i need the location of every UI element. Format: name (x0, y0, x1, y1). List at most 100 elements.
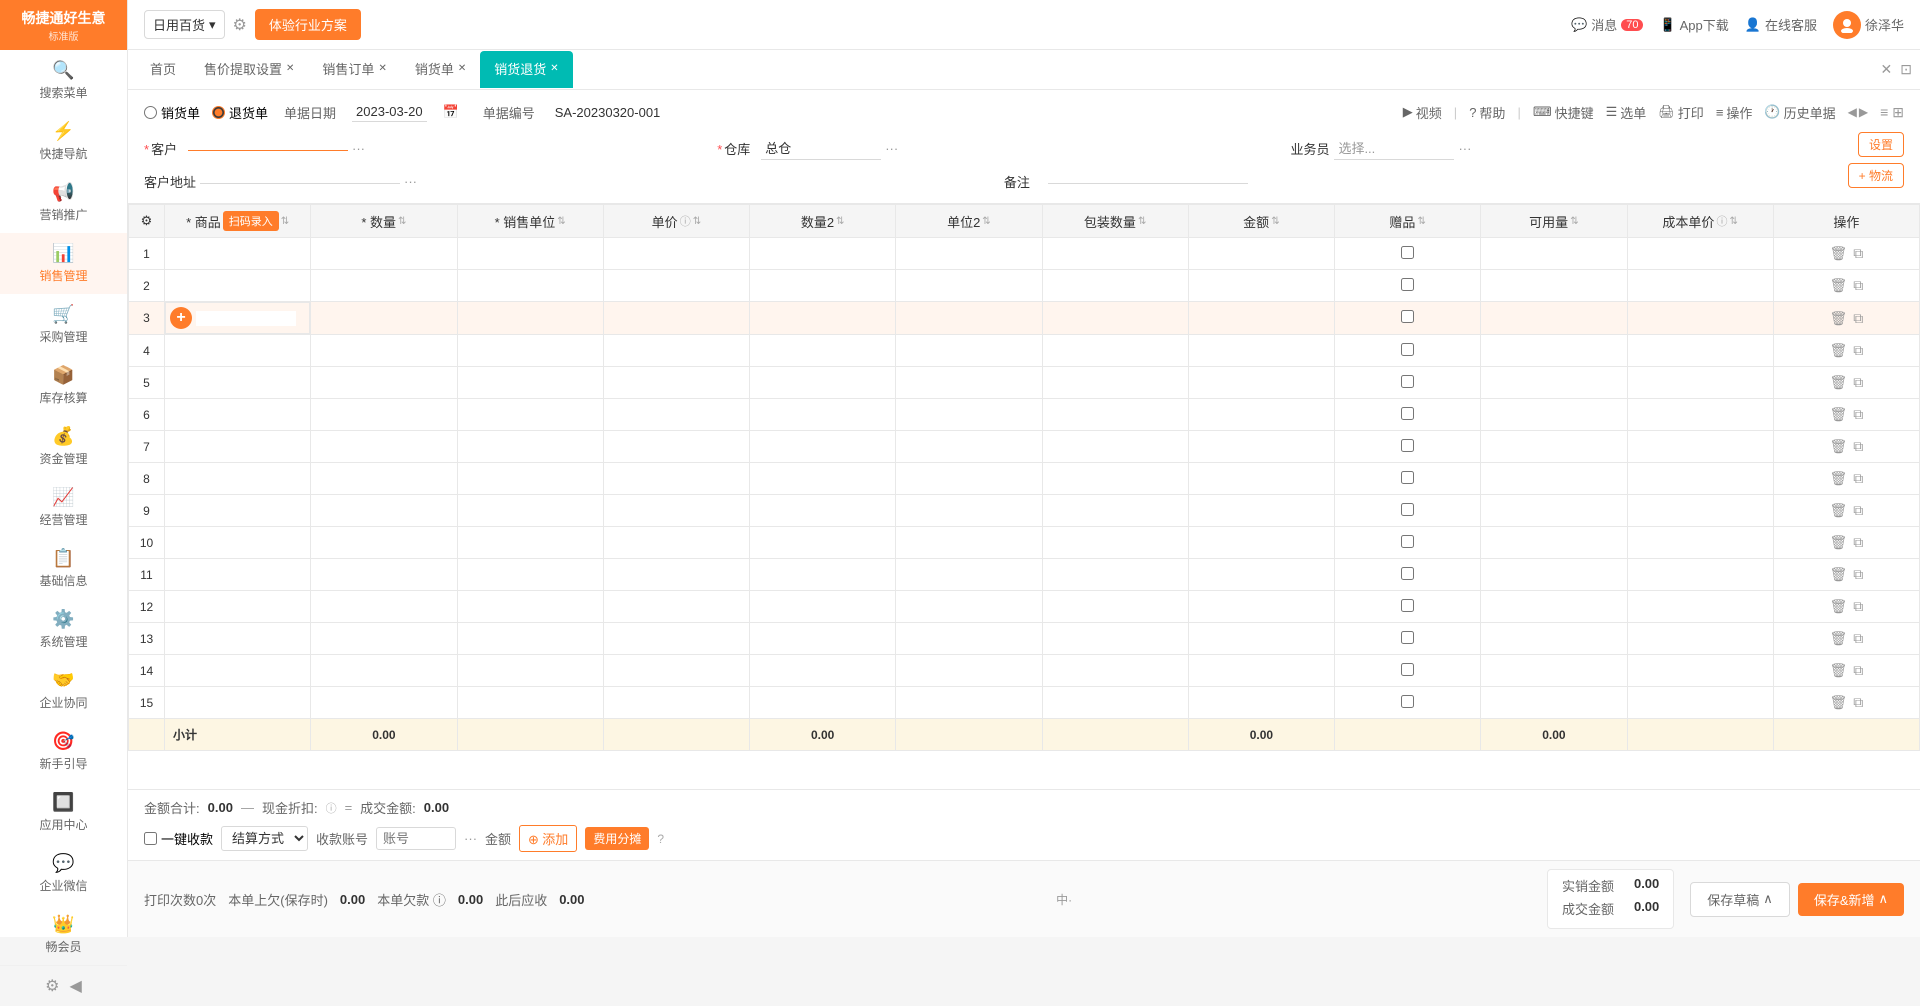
gift-cell[interactable] (1335, 238, 1481, 270)
copy-icon[interactable]: ⧉ (1853, 470, 1863, 487)
product-cell[interactable] (165, 335, 311, 367)
avail-cell[interactable] (1481, 623, 1627, 655)
unit2-cell[interactable] (896, 367, 1042, 399)
unit-cell[interactable] (457, 399, 603, 431)
toolbar-shortcut[interactable]: ⌨ 快捷键 (1533, 103, 1594, 122)
avail-cell[interactable] (1481, 302, 1627, 335)
qty2-cell[interactable] (750, 591, 896, 623)
copy-icon[interactable]: ⧉ (1853, 534, 1863, 551)
avail-cell[interactable] (1481, 687, 1627, 719)
gift-cell[interactable] (1335, 559, 1481, 591)
cost-sort-icon[interactable]: ⇅ (1729, 216, 1737, 227)
qty2-cell[interactable] (750, 687, 896, 719)
qty2-sort-icon[interactable]: ⇅ (836, 216, 844, 227)
cost-cell[interactable] (1627, 302, 1773, 335)
avail-cell[interactable] (1481, 655, 1627, 687)
gift-cell[interactable] (1335, 655, 1481, 687)
pkgqty-cell[interactable] (1042, 559, 1188, 591)
copy-icon[interactable]: ⧉ (1853, 310, 1863, 327)
customer-dots[interactable]: ··· (352, 141, 365, 156)
unit2-sort-icon[interactable]: ⇅ (982, 216, 990, 227)
delete-icon[interactable]: 🗑 (1829, 566, 1847, 583)
copy-icon[interactable]: ⧉ (1853, 662, 1863, 679)
unit2-cell[interactable] (896, 270, 1042, 302)
list-view-icon[interactable]: ≡ (1880, 104, 1888, 121)
qty-cell[interactable] (311, 399, 457, 431)
tab-sales-return[interactable]: 销货退货 ✕ (480, 51, 572, 88)
price-cell[interactable] (603, 335, 749, 367)
unit2-cell[interactable] (896, 591, 1042, 623)
unit2-cell[interactable] (896, 302, 1042, 335)
avail-sort-icon[interactable]: ⇅ (1570, 216, 1578, 227)
tab-close-icon[interactable]: ✕ (286, 63, 294, 74)
qty2-cell[interactable] (750, 527, 896, 559)
grid-view-icon[interactable]: ⊞ (1892, 104, 1904, 121)
pkgqty-cell[interactable] (1042, 335, 1188, 367)
product-cell[interactable] (165, 367, 311, 399)
gift-cell[interactable] (1335, 367, 1481, 399)
maximize-icon[interactable]: ⊡ (1900, 61, 1912, 78)
pkgqty-sort-icon[interactable]: ⇅ (1138, 216, 1146, 227)
delete-icon[interactable]: 🗑 (1829, 310, 1847, 327)
warehouse-dots[interactable]: ··· (885, 141, 898, 156)
settings-footer-icon[interactable]: ⚙ (45, 976, 59, 996)
copy-icon[interactable]: ⧉ (1853, 342, 1863, 359)
radio-return[interactable]: 退货单 (212, 103, 268, 122)
qty2-cell[interactable] (750, 655, 896, 687)
calendar-icon[interactable]: 📅 (443, 104, 459, 120)
message-item[interactable]: 💬 消息 70 (1571, 15, 1643, 34)
product-cell[interactable] (165, 270, 311, 302)
avail-cell[interactable] (1481, 399, 1627, 431)
unit-cell[interactable] (457, 238, 603, 270)
unit2-cell[interactable] (896, 463, 1042, 495)
delete-icon[interactable]: 🗑 (1829, 502, 1847, 519)
amount-cell[interactable] (1188, 655, 1334, 687)
price-cell[interactable] (603, 431, 749, 463)
delete-icon[interactable]: 🗑 (1829, 277, 1847, 294)
qty-cell[interactable] (311, 367, 457, 399)
gift-cell[interactable] (1335, 687, 1481, 719)
toolbar-operate[interactable]: ≡ 操作 (1716, 103, 1753, 122)
unit2-cell[interactable] (896, 335, 1042, 367)
radio-sale[interactable]: 销货单 (144, 103, 200, 122)
price-help-icon[interactable]: ⓘ (680, 213, 691, 229)
toolbar-select[interactable]: ☰ 选单 (1606, 103, 1647, 122)
qty2-cell[interactable] (750, 238, 896, 270)
sidebar-item-member[interactable]: 👑 畅会员 (0, 904, 127, 965)
tab-sales-order[interactable]: 销售订单 ✕ (308, 51, 400, 88)
gift-cell[interactable] (1335, 623, 1481, 655)
online-service-item[interactable]: 👤 在线客服 (1745, 15, 1817, 34)
unit-cell[interactable] (457, 302, 603, 335)
cost-cell[interactable] (1627, 270, 1773, 302)
product-cell[interactable] (165, 623, 311, 655)
warehouse-input[interactable]: 总仓 (761, 136, 881, 160)
close-window-icon[interactable]: ✕ (1881, 61, 1893, 78)
qty-cell[interactable] (311, 623, 457, 655)
price-cell[interactable] (603, 655, 749, 687)
qty-cell[interactable] (311, 431, 457, 463)
gift-checkbox[interactable] (1401, 246, 1414, 259)
fee-split-button[interactable]: 费用分摊 (585, 827, 649, 850)
delete-icon[interactable]: 🗑 (1829, 630, 1847, 647)
unit2-cell[interactable] (896, 559, 1042, 591)
unit-cell[interactable] (457, 559, 603, 591)
price-cell[interactable] (603, 591, 749, 623)
date-value[interactable]: 2023-03-20 (352, 102, 427, 122)
product-cell[interactable] (165, 559, 311, 591)
unit-cell[interactable] (457, 495, 603, 527)
qty-cell[interactable] (311, 463, 457, 495)
tab-price-settings[interactable]: 售价提取设置 ✕ (190, 51, 308, 88)
prev-arrow[interactable]: ◀ (1848, 105, 1857, 119)
price-cell[interactable] (603, 270, 749, 302)
gift-cell[interactable] (1335, 302, 1481, 335)
unit-sort-icon[interactable]: ⇅ (557, 216, 565, 227)
price-cell[interactable] (603, 687, 749, 719)
gift-cell[interactable] (1335, 527, 1481, 559)
cost-cell[interactable] (1627, 335, 1773, 367)
delete-icon[interactable]: 🗑 (1829, 694, 1847, 711)
qty-cell[interactable] (311, 302, 457, 335)
pkgqty-cell[interactable] (1042, 270, 1188, 302)
copy-icon[interactable]: ⧉ (1853, 630, 1863, 647)
user-profile[interactable]: 徐泽华 (1833, 11, 1904, 39)
avail-cell[interactable] (1481, 431, 1627, 463)
